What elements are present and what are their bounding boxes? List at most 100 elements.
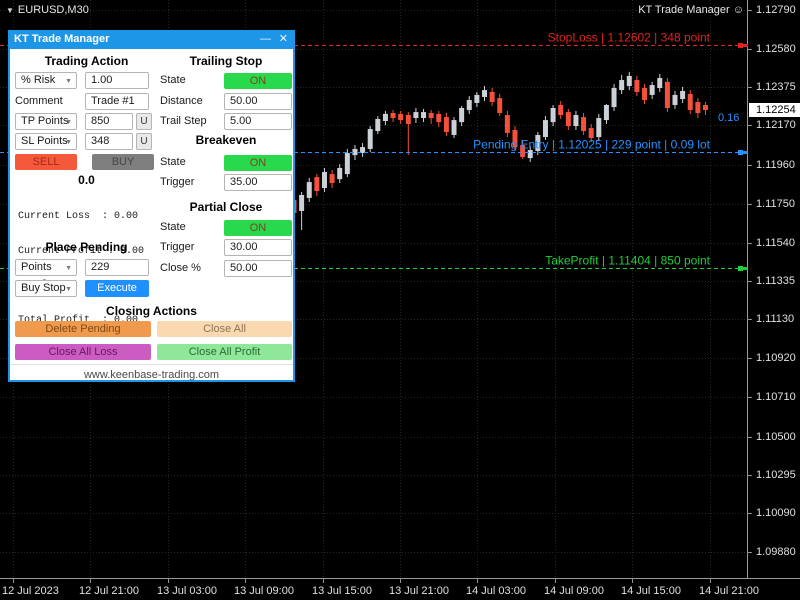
chevron-down-icon: ▼ <box>65 74 72 89</box>
svg-text:Pending Entry | 1.12025 | 229: Pending Entry | 1.12025 | 229 point | 0.… <box>473 138 711 152</box>
time-tick-label: 13 Jul 03:00 <box>157 585 217 597</box>
partial-trigger-input[interactable]: 30.00 <box>224 239 292 256</box>
risk-mode-dropdown[interactable]: % Risk▼ <box>15 72 77 89</box>
breakeven-trigger-input[interactable]: 35.00 <box>224 174 292 191</box>
close-all-loss-button[interactable]: Close All Loss <box>15 344 151 360</box>
panel-title: KT Trade Manager <box>14 33 109 45</box>
time-tick-label: 14 Jul 21:00 <box>699 585 759 597</box>
svg-text:TakeProfit | 1.11404 | 850 poi: TakeProfit | 1.11404 | 850 point <box>545 254 710 268</box>
time-tick <box>632 579 633 583</box>
pending-points-input[interactable]: 229 <box>85 259 149 276</box>
chevron-down-icon: ▼ <box>65 261 72 276</box>
trail-step-label: Trail Step <box>160 113 207 130</box>
sl-mode-dropdown[interactable]: SL Points▼ <box>15 133 77 150</box>
order-type-dropdown[interactable]: Buy Stop▼ <box>15 280 77 297</box>
partial-state-toggle[interactable]: ON <box>224 220 292 236</box>
tp-unit-button[interactable]: U <box>136 113 152 130</box>
time-tick-label: 12 Jul 2023 <box>2 585 59 597</box>
panel-titlebar[interactable]: KT Trade Manager — ✕ <box>8 30 295 49</box>
time-tick-label: 13 Jul 15:00 <box>312 585 372 597</box>
price-tick-label: 1.10500 <box>756 431 796 443</box>
price-tick <box>748 475 752 476</box>
tp-mode-dropdown[interactable]: TP Points▼ <box>15 113 77 130</box>
time-tick <box>168 579 169 583</box>
close-pct-input[interactable]: 50.00 <box>224 260 292 277</box>
level-axis-marker <box>742 44 748 47</box>
level-axis-marker <box>742 267 748 270</box>
close-all-profit-button[interactable]: Close All Profit <box>157 344 292 360</box>
distance-input[interactable]: 50.00 <box>224 93 292 110</box>
minimize-icon[interactable]: — <box>260 30 271 49</box>
price-tick-label: 1.11540 <box>756 237 795 249</box>
svg-text:StopLoss | 1.12602 | 348 point: StopLoss | 1.12602 | 348 point <box>548 31 711 45</box>
price-tick <box>748 49 752 50</box>
breakeven-state-toggle[interactable]: ON <box>224 155 292 171</box>
time-tick <box>323 579 324 583</box>
price-tick <box>748 204 752 205</box>
price-tick <box>748 125 752 126</box>
partial-close-header: Partial Close <box>160 200 292 214</box>
trail-step-input[interactable]: 5.00 <box>224 113 292 130</box>
time-tick <box>13 579 14 583</box>
time-tick-label: 14 Jul 09:00 <box>544 585 604 597</box>
closing-actions-header: Closing Actions <box>10 304 293 318</box>
time-tick-label: 13 Jul 09:00 <box>234 585 294 597</box>
symbol-selector[interactable]: ▼ EURUSD,M30 <box>6 4 89 16</box>
trailing-stop-header: Trailing Stop <box>160 54 292 68</box>
trailing-state-toggle[interactable]: ON <box>224 73 292 89</box>
price-axis[interactable]: 1.12254 1.127901.125801.123751.121701.11… <box>747 0 800 578</box>
time-axis[interactable]: 12 Jul 2023 12 Jul 21:00 13 Jul 03:00 13 Ju… <box>0 578 800 600</box>
price-tick-label: 1.09880 <box>756 546 796 558</box>
expert-name-label: KT Trade Manager ☺ <box>638 4 744 16</box>
chevron-down-icon: ▼ <box>65 282 72 297</box>
price-tick <box>748 437 752 438</box>
partial-trigger-label: Trigger <box>160 239 194 256</box>
sl-value-input[interactable]: 348 <box>85 133 133 150</box>
footer-url[interactable]: www.keenbase-trading.com <box>10 364 293 381</box>
price-tick <box>748 397 752 398</box>
kt-trade-manager-panel: KT Trade Manager — ✕ Trading Action % Ri… <box>8 30 295 382</box>
price-tick <box>748 513 752 514</box>
execute-button[interactable]: Execute <box>85 280 149 297</box>
price-tick <box>748 10 752 11</box>
time-tick-label: 12 Jul 21:00 <box>79 585 139 597</box>
partial-state-label: State <box>160 219 186 236</box>
comment-label: Comment <box>15 93 63 110</box>
time-tick <box>245 579 246 583</box>
close-pct-label: Close % <box>160 260 201 277</box>
close-icon[interactable]: ✕ <box>279 30 288 49</box>
smiley-icon: ☺ <box>733 4 744 16</box>
spread-value-label: 0.16 <box>718 112 739 124</box>
lot-size-display: 0.0 <box>15 173 158 187</box>
trailing-state-label: State <box>160 72 186 89</box>
price-tick-label: 1.10295 <box>756 469 796 481</box>
breakeven-trigger-label: Trigger <box>160 174 194 191</box>
time-tick <box>90 579 91 583</box>
symbol-label: EURUSD,M30 <box>18 4 89 16</box>
price-tick-label: 1.11960 <box>756 159 795 171</box>
price-tick-label: 1.11750 <box>756 198 795 210</box>
time-tick-label: 14 Jul 15:00 <box>621 585 681 597</box>
delete-pending-button[interactable]: Delete Pending <box>15 321 151 337</box>
chevron-down-icon: ▼ <box>6 6 14 15</box>
sell-button[interactable]: SELL <box>15 154 77 170</box>
price-tick <box>748 243 752 244</box>
price-tick-label: 1.12580 <box>756 43 796 55</box>
comment-input[interactable]: Trade #1 <box>85 93 149 110</box>
pending-mode-dropdown[interactable]: Points▼ <box>15 259 77 276</box>
price-tick-label: 1.10920 <box>756 352 796 364</box>
level-axis-marker <box>742 151 748 154</box>
time-tick <box>477 579 478 583</box>
price-tick <box>748 358 752 359</box>
risk-value-input[interactable]: 1.00 <box>85 72 149 89</box>
place-pending-header: Place Pending <box>15 240 158 254</box>
price-tick-label: 1.12790 <box>756 4 796 16</box>
price-tick <box>748 552 752 553</box>
close-all-button[interactable]: Close All <box>157 321 292 337</box>
buy-button[interactable]: BUY <box>92 154 154 170</box>
price-tick-label: 1.10090 <box>756 507 796 519</box>
trading-action-header: Trading Action <box>15 54 158 68</box>
price-tick <box>748 165 752 166</box>
tp-value-input[interactable]: 850 <box>85 113 133 130</box>
sl-unit-button[interactable]: U <box>136 133 152 150</box>
